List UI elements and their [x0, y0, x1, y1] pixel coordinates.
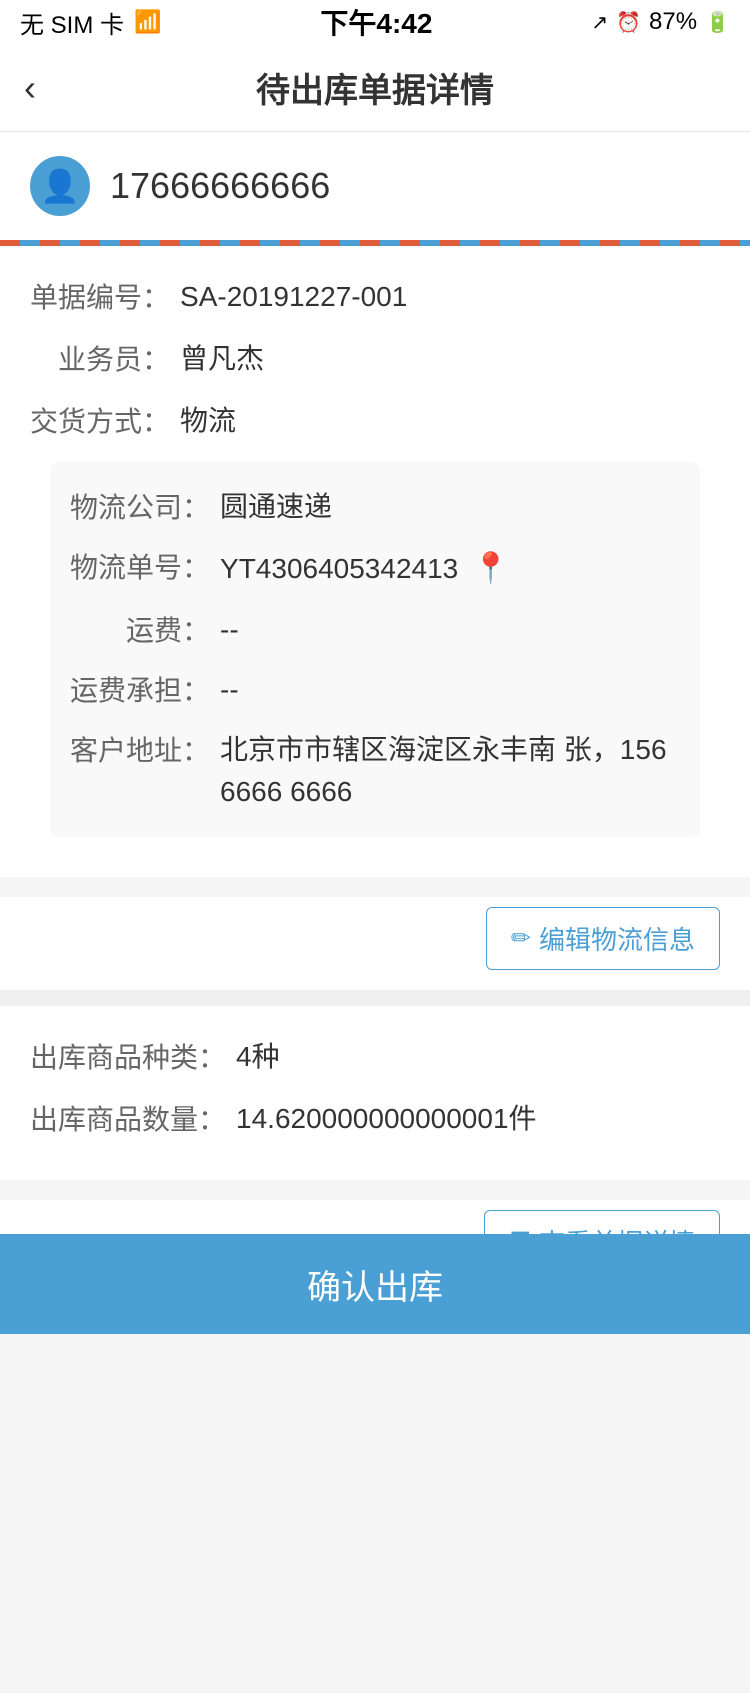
battery-text: 87% — [649, 8, 697, 36]
gray-separator — [0, 990, 750, 1006]
product-section: 出库商品种类： 4种 出库商品数量： 14.620000000000001件 — [0, 1006, 750, 1180]
tracking-no-text: YT43064053424​13 — [220, 548, 458, 590]
status-right: ↗ ⏰ 87% 🔋 — [591, 8, 730, 36]
logistics-section: 物流公司： 圆通速递 物流单号： YT43064053424​13 📍 运费： … — [50, 462, 700, 837]
sales-person-row: 业务员： 曾凡杰 — [30, 338, 720, 380]
edit-icon: ✏ — [511, 924, 531, 953]
tracking-no-label: 物流单号： — [70, 546, 210, 586]
order-no-value: SA-20191227-001 — [180, 276, 720, 318]
back-button[interactable]: ‹ — [24, 67, 36, 109]
order-no-label: 单据编号： — [30, 276, 170, 316]
customer-header: 👤 17666666666 — [0, 132, 750, 240]
alarm-icon: ⏰ — [616, 10, 641, 35]
status-left: 无 SIM 卡 📶 — [20, 5, 161, 40]
order-info-section: 单据编号： SA-20191227-001 业务员： 曾凡杰 交货方式： 物流 … — [0, 246, 750, 877]
tracking-no-row: 物流单号： YT43064053424​13 📍 — [70, 546, 680, 591]
product-types-row: 出库商品种类： 4种 — [30, 1036, 720, 1078]
freight-bearer-label: 运费承担： — [70, 669, 210, 709]
freight-value: -- — [220, 609, 680, 651]
wifi-icon: 📶 — [134, 9, 161, 35]
confirm-btn-text: 确认出库 — [307, 1260, 443, 1309]
product-types-label: 出库商品种类： — [30, 1036, 226, 1076]
freight-bearer-value: -- — [220, 669, 680, 711]
product-quantity-value: 14.620000000000001件 — [236, 1098, 720, 1140]
avatar: 👤 — [30, 156, 90, 216]
address-row: 客户地址： 北京市市辖区海淀区永丰南 张，156 6666 6666 — [70, 729, 680, 813]
edit-btn-label: 编辑物流信息 — [539, 920, 695, 957]
page-title: 待出库单据详情 — [256, 63, 494, 112]
time-text: 下午4:42 — [320, 2, 432, 42]
logistics-company-row: 物流公司： 圆通速递 — [70, 486, 680, 528]
logistics-company-value: 圆通速递 — [220, 486, 680, 528]
product-quantity-row: 出库商品数量： 14.620000000000001件 — [30, 1098, 720, 1140]
product-types-value: 4种 — [236, 1036, 720, 1078]
location-link-icon[interactable]: 📍 — [472, 546, 509, 591]
nav-bar: ‹ 待出库单据详情 — [0, 44, 750, 132]
content: 👤 17666666666 单据编号： SA-20191227-001 业务员：… — [0, 132, 750, 1693]
location-icon: ↗ — [591, 10, 608, 35]
freight-bearer-row: 运费承担： -- — [70, 669, 680, 711]
delivery-method-label: 交货方式： — [30, 400, 170, 440]
tracking-no-value: YT43064053424​13 📍 — [220, 546, 680, 591]
freight-label: 运费： — [70, 609, 210, 649]
delivery-method-value: 物流 — [180, 400, 720, 442]
customer-phone: 17666666666 — [110, 165, 330, 207]
carrier-text: 无 SIM 卡 — [20, 5, 124, 40]
freight-row: 运费： -- — [70, 609, 680, 651]
edit-btn-container: ✏ 编辑物流信息 — [0, 897, 750, 990]
bottom-spacer — [0, 1293, 750, 1573]
address-value: 北京市市辖区海淀区永丰南 张，156 6666 6666 — [220, 729, 680, 813]
sales-person-value: 曾凡杰 — [180, 338, 720, 380]
order-no-row: 单据编号： SA-20191227-001 — [30, 276, 720, 318]
avatar-icon: 👤 — [40, 167, 80, 205]
battery-icon: 🔋 — [705, 10, 730, 35]
status-bar: 无 SIM 卡 📶 下午4:42 ↗ ⏰ 87% 🔋 — [0, 0, 750, 44]
edit-logistics-button[interactable]: ✏ 编辑物流信息 — [486, 907, 720, 970]
delivery-method-row: 交货方式： 物流 — [30, 400, 720, 442]
product-quantity-label: 出库商品数量： — [30, 1098, 226, 1138]
confirm-button[interactable]: 确认出库 — [0, 1234, 750, 1334]
address-label: 客户地址： — [70, 729, 210, 769]
sales-person-label: 业务员： — [30, 338, 170, 378]
logistics-company-label: 物流公司： — [70, 486, 210, 526]
